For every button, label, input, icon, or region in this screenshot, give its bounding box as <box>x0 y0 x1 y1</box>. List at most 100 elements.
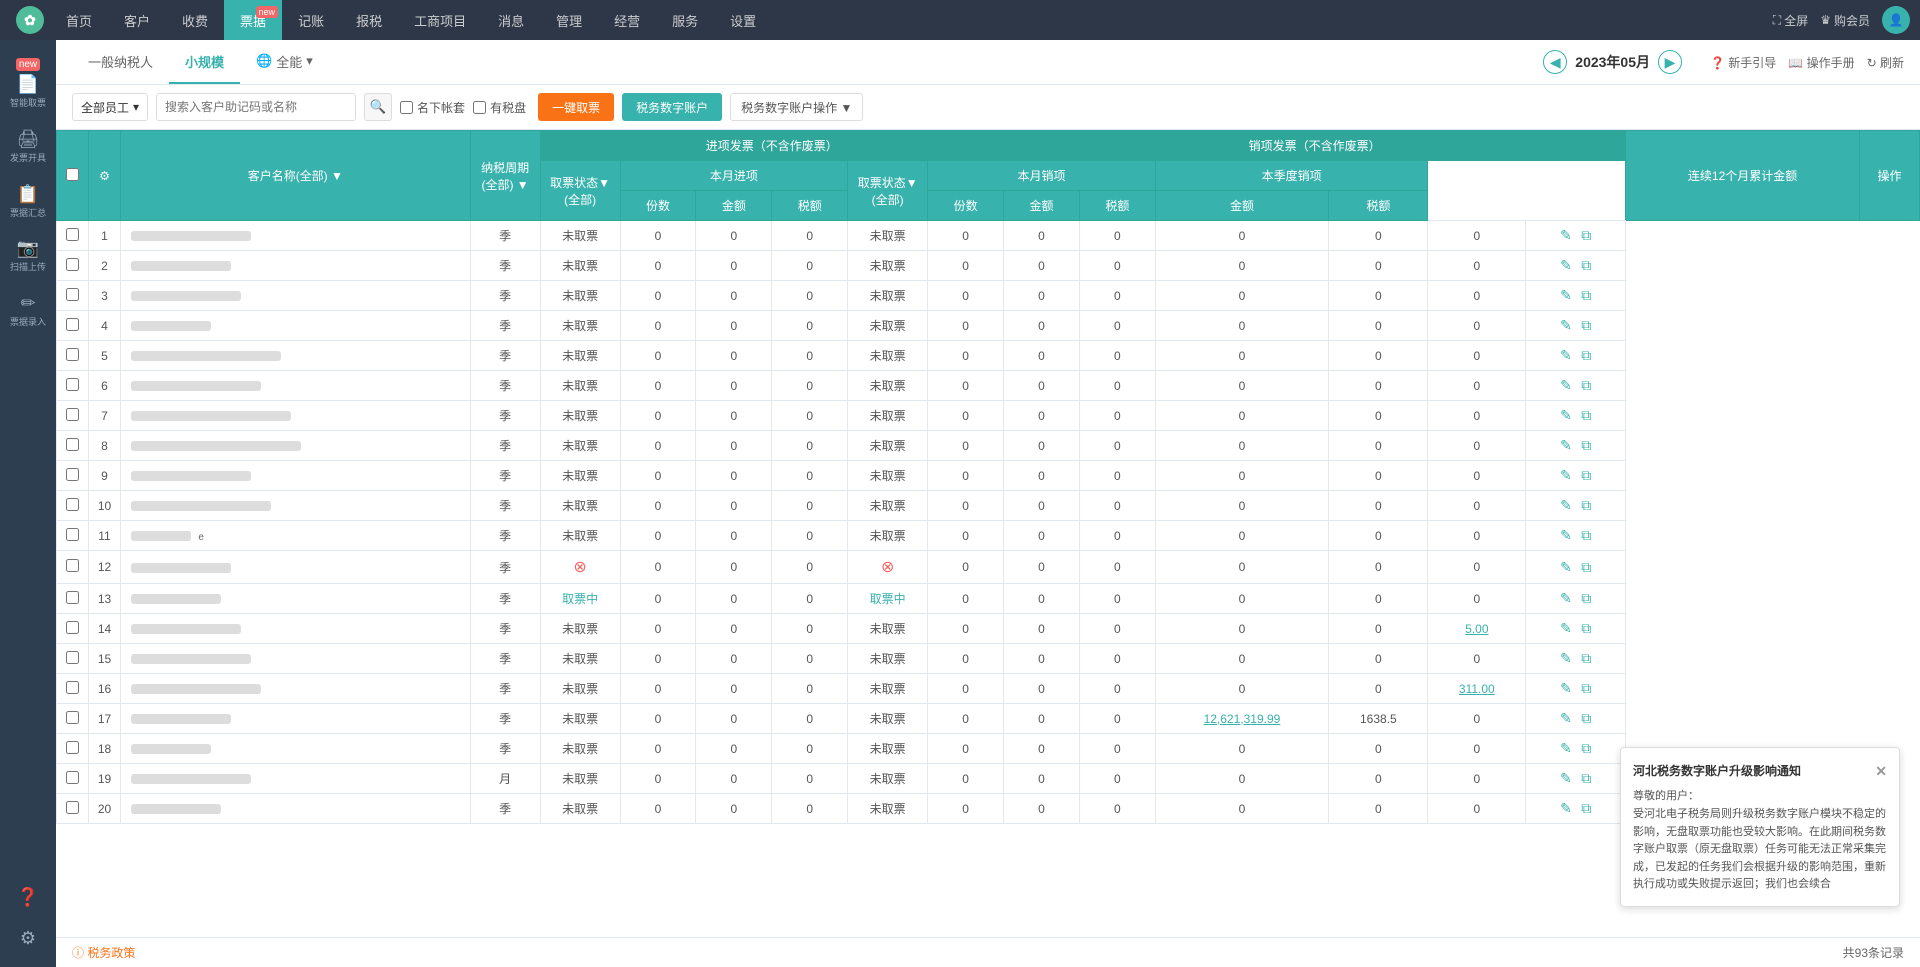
search-button[interactable]: 🔍 <box>364 93 392 121</box>
nav-home[interactable]: 首页 <box>50 0 108 40</box>
row-checkbox[interactable] <box>66 318 79 331</box>
checkbox-account-label[interactable]: 名下帐套 <box>400 99 465 116</box>
edit-btn[interactable]: ✎ <box>1557 650 1575 667</box>
nav-settings[interactable]: 设置 <box>714 0 772 40</box>
row-checkbox[interactable] <box>66 228 79 241</box>
tab-small-scale[interactable]: 小规模 <box>169 40 240 84</box>
qtr-amount-link[interactable]: 12,621,319.99 <box>1204 712 1281 726</box>
row-checkbox[interactable] <box>66 408 79 421</box>
digital-account-ops-btn[interactable]: 税务数字账户操作 ▼ <box>730 93 863 121</box>
sidebar-item-invoice-entry[interactable]: ✏ 票据录入 <box>3 285 53 336</box>
row-checkbox[interactable] <box>66 288 79 301</box>
nav-fee[interactable]: 收费 <box>166 0 224 40</box>
fullscreen-btn[interactable]: ⛶ 全屏 <box>1773 12 1808 29</box>
row-checkbox[interactable] <box>66 258 79 271</box>
copy-btn[interactable]: ⧉ <box>1578 710 1594 727</box>
user-avatar[interactable]: 👤 <box>1882 6 1910 34</box>
checkbox-tax-disk-label[interactable]: 有税盘 <box>473 99 526 116</box>
new-guide-btn[interactable]: ❓ 新手引导 <box>1710 54 1776 71</box>
nav-message[interactable]: 消息 <box>482 0 540 40</box>
notification-close-btn[interactable]: ✕ <box>1875 760 1887 782</box>
sidebar-item-invoice-open[interactable]: 🖨 发票开具 <box>3 121 53 172</box>
th-in-ticket-status[interactable]: 取票状态▼(全部) <box>540 161 620 221</box>
edit-btn[interactable]: ✎ <box>1557 527 1575 544</box>
sidebar-item-scan-upload[interactable]: 📷 扫描上传 <box>3 230 53 281</box>
sidebar-item-help[interactable]: ❓ <box>3 879 53 916</box>
copy-btn[interactable]: ⧉ <box>1578 740 1594 757</box>
edit-btn[interactable]: ✎ <box>1557 590 1575 607</box>
row-checkbox[interactable] <box>66 801 79 814</box>
edit-btn[interactable]: ✎ <box>1557 559 1575 576</box>
th-out-ticket-status[interactable]: 取票状态▼(全部) <box>848 161 928 221</box>
row-checkbox[interactable] <box>66 711 79 724</box>
row-checkbox[interactable] <box>66 591 79 604</box>
edit-btn[interactable]: ✎ <box>1557 377 1575 394</box>
copy-btn[interactable]: ⧉ <box>1578 317 1594 334</box>
copy-btn[interactable]: ⧉ <box>1578 559 1594 576</box>
copy-btn[interactable]: ⧉ <box>1578 590 1594 607</box>
copy-btn[interactable]: ⧉ <box>1578 680 1594 697</box>
row-checkbox[interactable] <box>66 651 79 664</box>
copy-btn[interactable]: ⧉ <box>1578 287 1594 304</box>
th-tax-period[interactable]: 纳税周期(全部) ▼ <box>470 131 540 221</box>
edit-btn[interactable]: ✎ <box>1557 800 1575 817</box>
edit-btn[interactable]: ✎ <box>1557 467 1575 484</box>
edit-btn[interactable]: ✎ <box>1557 227 1575 244</box>
edit-btn[interactable]: ✎ <box>1557 437 1575 454</box>
row-checkbox[interactable] <box>66 438 79 451</box>
edit-btn[interactable]: ✎ <box>1557 680 1575 697</box>
copy-btn[interactable]: ⧉ <box>1578 347 1594 364</box>
nav-service[interactable]: 服务 <box>656 0 714 40</box>
nav-business[interactable]: 工商项目 <box>398 0 482 40</box>
digital-account-btn[interactable]: 税务数字账户 <box>622 93 722 121</box>
row-checkbox[interactable] <box>66 528 79 541</box>
copy-btn[interactable]: ⧉ <box>1578 407 1594 424</box>
row-checkbox[interactable] <box>66 559 79 572</box>
next-month-btn[interactable]: ▶ <box>1658 50 1682 74</box>
tax-policy-link[interactable]: ⓘ 税务政策 <box>72 944 135 961</box>
nav-invoice[interactable]: 票据 new <box>224 0 282 40</box>
copy-btn[interactable]: ⧉ <box>1578 650 1594 667</box>
one-click-fetch-btn[interactable]: 一键取票 <box>538 93 614 121</box>
copy-btn[interactable]: ⧉ <box>1578 377 1594 394</box>
prev-month-btn[interactable]: ◀ <box>1543 50 1567 74</box>
select-all-checkbox[interactable] <box>66 168 79 181</box>
edit-btn[interactable]: ✎ <box>1557 257 1575 274</box>
sidebar-item-invoice-summary[interactable]: 📋 票据汇总 <box>3 176 53 227</box>
employee-select[interactable]: 全部员工 ▾ <box>72 93 148 121</box>
row-checkbox[interactable] <box>66 771 79 784</box>
copy-btn[interactable]: ⧉ <box>1578 467 1594 484</box>
copy-btn[interactable]: ⧉ <box>1578 227 1594 244</box>
copy-btn[interactable]: ⧉ <box>1578 800 1594 817</box>
nav-manage[interactable]: 管理 <box>540 0 598 40</box>
row-checkbox[interactable] <box>66 348 79 361</box>
copy-btn[interactable]: ⧉ <box>1578 527 1594 544</box>
copy-btn[interactable]: ⧉ <box>1578 437 1594 454</box>
edit-btn[interactable]: ✎ <box>1557 740 1575 757</box>
edit-btn[interactable]: ✎ <box>1557 287 1575 304</box>
row-checkbox[interactable] <box>66 621 79 634</box>
edit-btn[interactable]: ✎ <box>1557 770 1575 787</box>
search-input[interactable] <box>156 93 356 121</box>
tab-all[interactable]: 🌐 全能 ▾ <box>240 40 329 84</box>
logo[interactable]: ✿ <box>10 0 50 40</box>
copy-btn[interactable]: ⧉ <box>1578 620 1594 637</box>
tab-general-taxpayer[interactable]: 一般纳税人 <box>72 40 169 84</box>
checkbox-account[interactable] <box>400 101 413 114</box>
member-btn[interactable]: ♛ 购会员 <box>1820 12 1870 29</box>
refresh-btn[interactable]: ↻ 刷新 <box>1867 54 1904 71</box>
row-checkbox[interactable] <box>66 378 79 391</box>
checkbox-tax-disk[interactable] <box>473 101 486 114</box>
edit-btn[interactable]: ✎ <box>1557 347 1575 364</box>
sidebar-item-settings[interactable]: ⚙ <box>3 920 53 957</box>
row-checkbox[interactable] <box>66 741 79 754</box>
manual-btn[interactable]: 📖 操作手册 <box>1788 54 1854 71</box>
copy-btn[interactable]: ⧉ <box>1578 257 1594 274</box>
row-checkbox[interactable] <box>66 498 79 511</box>
cum-amount-link[interactable]: 5.00 <box>1465 622 1488 636</box>
nav-client[interactable]: 客户 <box>108 0 166 40</box>
nav-tax[interactable]: 报税 <box>340 0 398 40</box>
cum-amount-link[interactable]: 311.00 <box>1459 682 1495 696</box>
edit-btn[interactable]: ✎ <box>1557 497 1575 514</box>
copy-btn[interactable]: ⧉ <box>1578 497 1594 514</box>
